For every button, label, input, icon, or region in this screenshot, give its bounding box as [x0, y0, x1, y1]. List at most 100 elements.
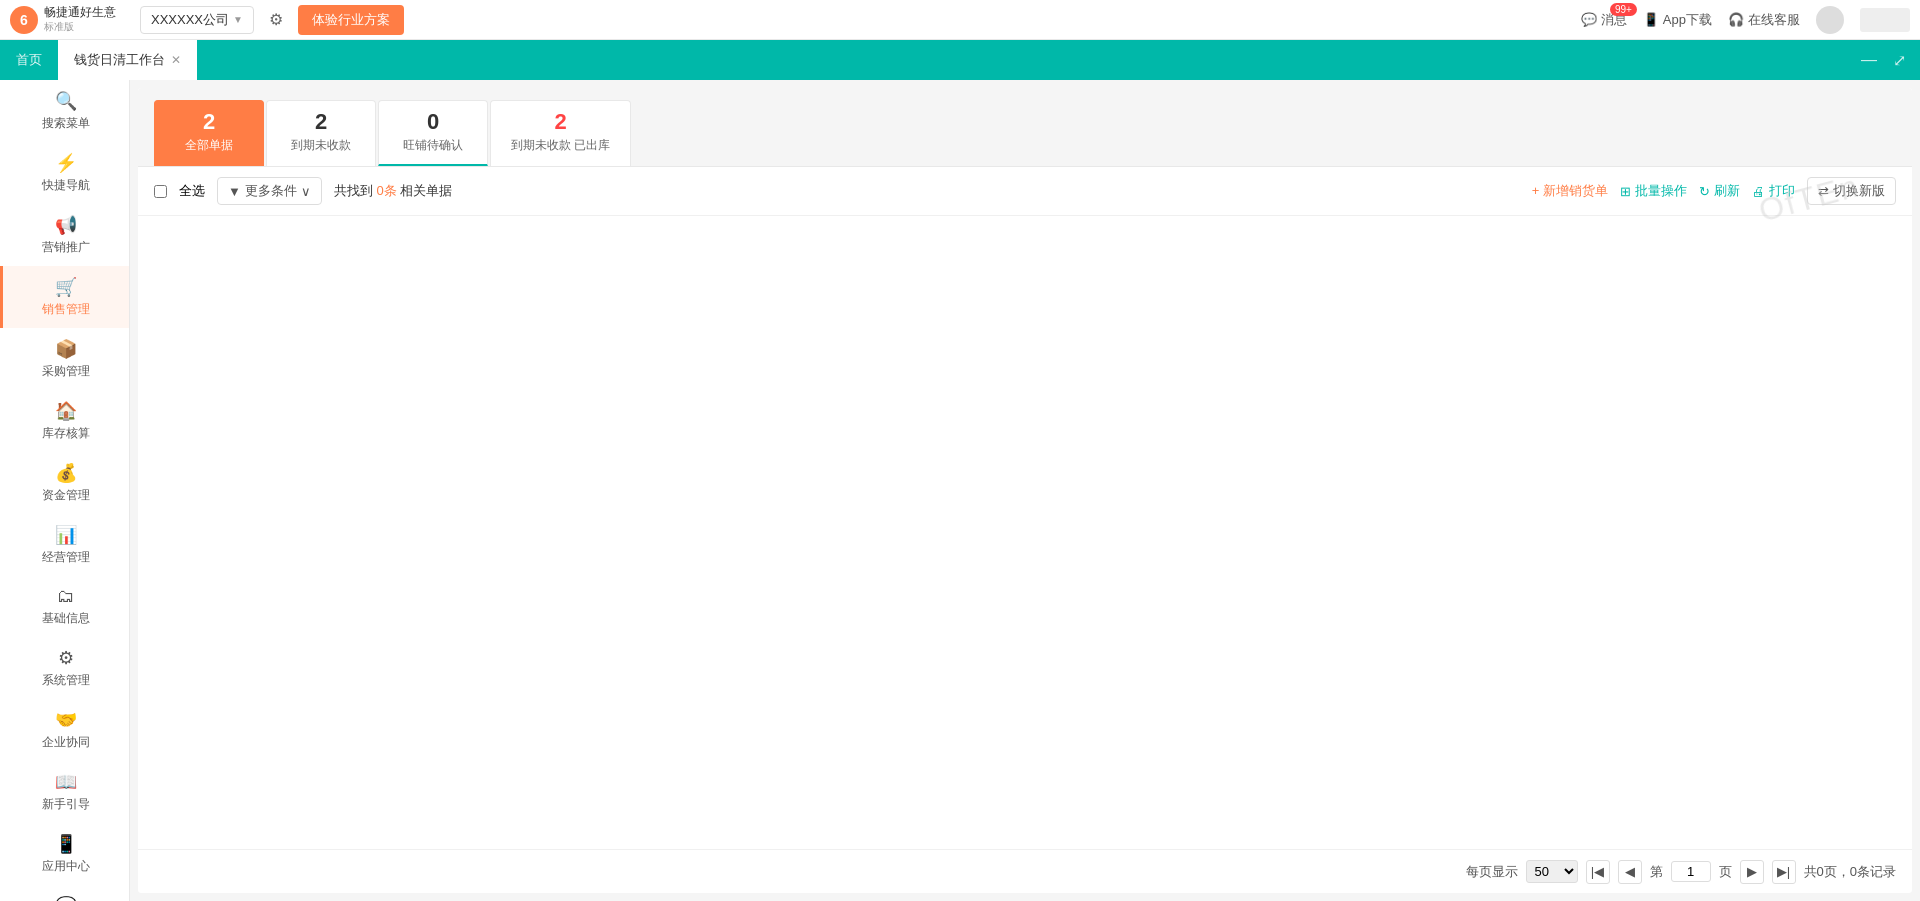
first-page-button[interactable]: |◀ [1586, 860, 1610, 884]
sales-icon: 🛒 [55, 276, 77, 298]
top-bar: 6 畅捷通好生意 标准版 XXXXXX公司 ▼ ⚙ 体验行业方案 💬 消息 99… [0, 0, 1920, 40]
main-layout: 🔍 搜索菜单 ⚡ 快捷导航 📢 营销推广 🛒 销售管理 📦 采购管理 🏠 库存核… [0, 80, 1920, 901]
company-selector[interactable]: XXXXXX公司 ▼ [140, 6, 254, 34]
tab-home[interactable]: 首页 [0, 40, 58, 80]
switch-version-button[interactable]: ⇄ 切换新版 [1807, 177, 1896, 205]
nav-tabs: 首页 钱货日清工作台 ✕ — ⤢ [0, 40, 1920, 80]
filter-button[interactable]: ▼ 更多条件 ∨ [217, 177, 322, 205]
stat-label-all: 全部单据 [185, 137, 233, 154]
per-page-label: 每页显示 [1466, 863, 1518, 881]
stat-label-overdue: 到期未收款 [291, 137, 351, 154]
found-count: 0条 [377, 183, 397, 198]
logo-icon: 6 [10, 6, 38, 34]
app-download-button[interactable]: 📱 App下载 [1643, 11, 1712, 29]
pagination-summary: 共0页，0条记录 [1804, 863, 1896, 881]
purchase-icon: 📦 [55, 338, 77, 360]
select-all-checkbox[interactable] [154, 185, 167, 198]
tab-close-icon[interactable]: ✕ [171, 53, 181, 67]
download-icon: 📱 [1643, 12, 1659, 27]
select-all-label: 全选 [179, 182, 205, 200]
sidebar-item-quicknav[interactable]: ⚡ 快捷导航 [0, 142, 129, 204]
settings-button[interactable]: ⚙ [262, 6, 290, 34]
message-button[interactable]: 💬 消息 99+ [1581, 11, 1627, 29]
prev-page-button[interactable]: ◀ [1618, 860, 1642, 884]
inventory-icon: 🏠 [55, 400, 77, 422]
sidebar-item-operations[interactable]: 📊 经营管理 [0, 514, 129, 576]
stat-tab-overdue[interactable]: 2 到期未收款 [266, 100, 376, 166]
page-label: 页 [1719, 863, 1732, 881]
sidebar-item-finance[interactable]: 💰 资金管理 [0, 452, 129, 514]
page-number-input[interactable]: 1 [1671, 861, 1711, 882]
enterprise-icon: 🤝 [55, 709, 77, 731]
online-service-button[interactable]: 🎧 在线客服 [1728, 11, 1800, 29]
content-inner: 2 全部单据 2 到期未收款 0 旺铺待确认 2 到期未收款 已出库 [138, 88, 1912, 893]
refresh-icon: ↻ [1699, 184, 1710, 199]
batch-button[interactable]: ⊞ 批量操作 [1620, 182, 1687, 200]
next-page-button[interactable]: ▶ [1740, 860, 1764, 884]
tab-qianhuoricheng[interactable]: 钱货日清工作台 ✕ [58, 40, 197, 80]
sidebar-item-guide[interactable]: 📖 新手引导 [0, 761, 129, 823]
batch-icon: ⊞ [1620, 184, 1631, 199]
search-icon: 🔍 [55, 90, 77, 112]
message-badge: 99+ [1610, 3, 1637, 16]
refresh-button[interactable]: ↻ 刷新 [1699, 182, 1740, 200]
last-page-button[interactable]: ▶| [1772, 860, 1796, 884]
stat-tab-shipped[interactable]: 2 到期未收款 已出库 [490, 100, 631, 166]
nav-expand-icon[interactable]: ⤢ [1887, 47, 1912, 74]
main-content: 2 全部单据 2 到期未收款 0 旺铺待确认 2 到期未收款 已出库 [130, 80, 1920, 901]
stat-label-wangpu: 旺铺待确认 [403, 137, 463, 154]
message-icon: 💬 [1581, 12, 1597, 27]
sidebar: 🔍 搜索菜单 ⚡ 快捷导航 📢 营销推广 🛒 销售管理 📦 采购管理 🏠 库存核… [0, 80, 130, 901]
filter-icon: ▼ [228, 184, 241, 199]
sidebar-item-weixin[interactable]: 💬 企业微信 [0, 885, 129, 901]
nav-minimize-icon[interactable]: — [1855, 47, 1883, 74]
stat-tab-wangpu[interactable]: 0 旺铺待确认 [378, 100, 488, 166]
system-icon: ⚙ [58, 647, 74, 669]
table-area [138, 216, 1912, 849]
user-name-area[interactable] [1860, 8, 1910, 32]
sidebar-item-sales[interactable]: 🛒 销售管理 [0, 266, 129, 328]
sidebar-item-appcenter[interactable]: 📱 应用中心 [0, 823, 129, 885]
switch-icon: ⇄ [1818, 184, 1829, 199]
sidebar-item-marketing[interactable]: 📢 营销推广 [0, 204, 129, 266]
operations-icon: 📊 [55, 524, 77, 546]
sidebar-item-purchase[interactable]: 📦 采购管理 [0, 328, 129, 390]
weixin-icon: 💬 [55, 895, 77, 901]
stat-tab-all[interactable]: 2 全部单据 [154, 100, 264, 166]
service-icon: 🎧 [1728, 12, 1744, 27]
company-name: XXXXXX公司 [151, 11, 229, 29]
finance-icon: 💰 [55, 462, 77, 484]
sidebar-item-search[interactable]: 🔍 搜索菜单 [0, 80, 129, 142]
appcenter-icon: 📱 [55, 833, 77, 855]
page-first-label: 第 [1650, 863, 1663, 881]
quicknav-icon: ⚡ [55, 152, 77, 174]
stats-bar: 2 全部单据 2 到期未收款 0 旺铺待确认 2 到期未收款 已出库 [138, 88, 1912, 167]
stat-number-shipped: 2 [555, 109, 567, 135]
pagination: 每页显示 50 100 200 |◀ ◀ 第 1 页 ▶ ▶| 共0页，0条记录 [138, 849, 1912, 893]
stat-number-overdue: 2 [315, 109, 327, 135]
avatar[interactable] [1816, 6, 1844, 34]
basicinfo-icon: 🗂 [57, 586, 75, 607]
chevron-down-icon: ▼ [233, 14, 243, 25]
found-text: 共找到 0条 相关单据 [334, 182, 452, 200]
toolbar-right: + 新增销货单 ⊞ 批量操作 ↻ 刷新 🖨 打印 ⇄ [1532, 177, 1896, 205]
stat-label-shipped: 到期未收款 已出库 [511, 137, 610, 154]
print-icon: 🖨 [1752, 184, 1765, 199]
sidebar-item-enterprise[interactable]: 🤝 企业协同 [0, 699, 129, 761]
logo-area: 6 畅捷通好生意 标准版 [10, 5, 140, 35]
sidebar-item-basicinfo[interactable]: 🗂 基础信息 [0, 576, 129, 637]
stat-number-all: 2 [203, 109, 215, 135]
filter-chevron-icon: ∨ [301, 184, 311, 199]
sidebar-item-system[interactable]: ⚙ 系统管理 [0, 637, 129, 699]
nav-right-buttons: — ⤢ [1855, 47, 1920, 74]
print-button[interactable]: 🖨 打印 [1752, 182, 1795, 200]
marketing-icon: 📢 [55, 214, 77, 236]
add-sale-button[interactable]: + 新增销货单 [1532, 182, 1608, 200]
per-page-select[interactable]: 50 100 200 [1526, 860, 1578, 883]
app-subtitle: 标准版 [44, 20, 116, 34]
guide-icon: 📖 [55, 771, 77, 793]
experience-button[interactable]: 体验行业方案 [298, 5, 404, 35]
top-right-area: 💬 消息 99+ 📱 App下载 🎧 在线客服 [1581, 6, 1910, 34]
sidebar-item-inventory[interactable]: 🏠 库存核算 [0, 390, 129, 452]
app-title: 畅捷通好生意 [44, 5, 116, 21]
